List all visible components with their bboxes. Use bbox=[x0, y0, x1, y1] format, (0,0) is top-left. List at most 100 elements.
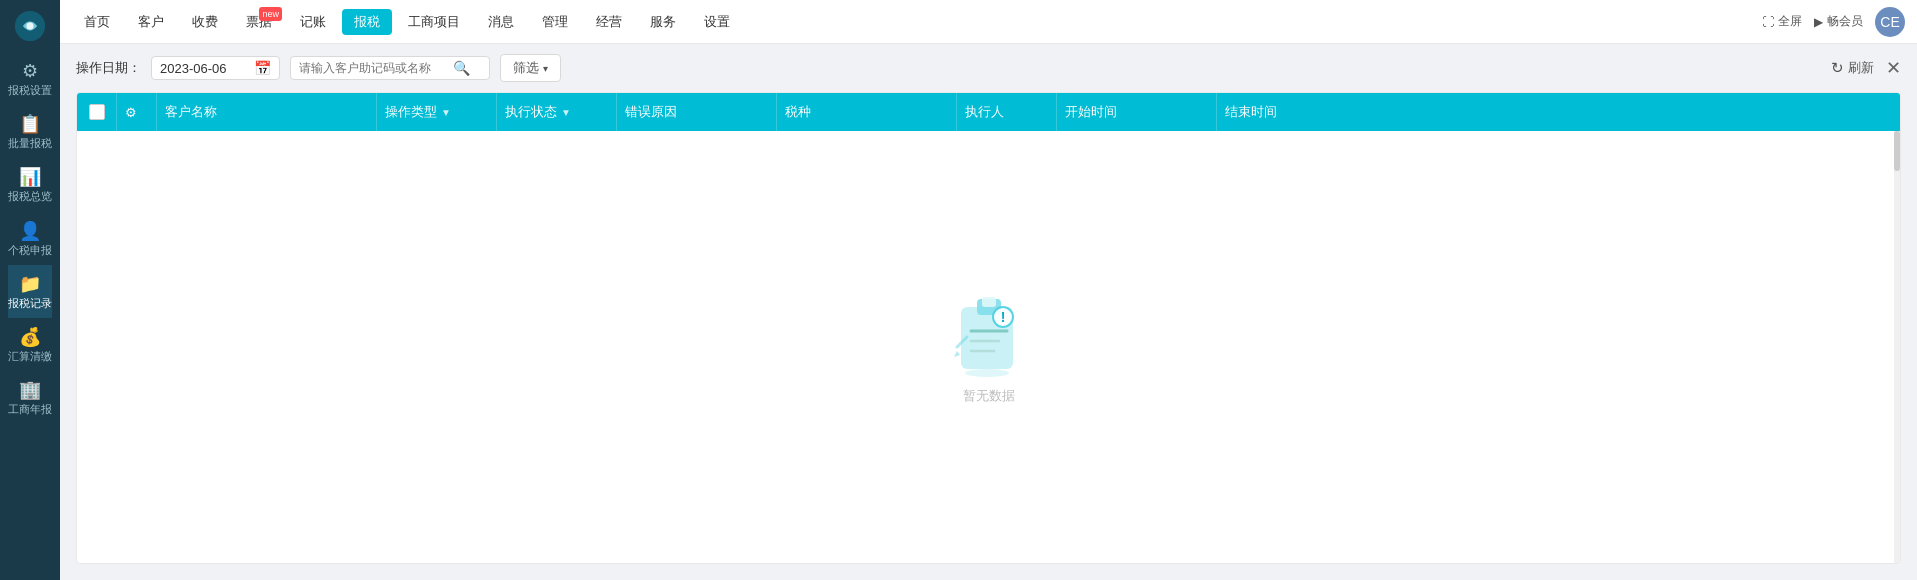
table-header: ⚙ 客户名称 操作类型 ▼ 执行状态 ▼ 错误原因 税种 bbox=[77, 93, 1900, 131]
svg-point-1 bbox=[26, 22, 33, 29]
chevron-down-icon: ▾ bbox=[543, 63, 548, 74]
sidebar-item-huisuan-jiaona[interactable]: 💰 汇算清缴 bbox=[8, 318, 52, 371]
th-error-reason-label: 错误原因 bbox=[625, 103, 677, 121]
sidebar-item-baoshui-zongjian[interactable]: 📊 报税总览 bbox=[8, 158, 52, 211]
avatar-initials: CE bbox=[1880, 14, 1899, 30]
search-wrapper: 🔍 bbox=[290, 56, 490, 80]
empty-state: ! 暂无数据 bbox=[949, 289, 1029, 405]
search-input[interactable] bbox=[299, 61, 449, 75]
th-error-reason: 错误原因 bbox=[617, 93, 777, 131]
select-all-checkbox[interactable] bbox=[89, 104, 105, 120]
sidebar-label-baoshui-shezhi: 报税设置 bbox=[8, 84, 52, 97]
nav-label-shoufei: 收费 bbox=[192, 14, 218, 29]
sidebar-icon-baoshui-jilu: 📁 bbox=[19, 273, 41, 295]
th-exec-status: 执行状态 ▼ bbox=[497, 93, 617, 131]
close-button[interactable]: ✕ bbox=[1886, 59, 1901, 77]
nav-item-jizhang[interactable]: 记账 bbox=[288, 9, 338, 35]
date-input[interactable] bbox=[160, 61, 250, 76]
nav-item-kehu[interactable]: 客户 bbox=[126, 9, 176, 35]
scrollbar-track[interactable] bbox=[1894, 131, 1900, 563]
svg-text:!: ! bbox=[1000, 309, 1005, 325]
app-logo[interactable] bbox=[12, 8, 48, 44]
nav-item-home[interactable]: 首页 bbox=[72, 9, 122, 35]
empty-text: 暂无数据 bbox=[963, 387, 1015, 405]
nav-label-xiaoxi: 消息 bbox=[488, 14, 514, 29]
calendar-icon: 📅 bbox=[254, 60, 271, 76]
sidebar-label-piliang-baoshui: 批量报税 bbox=[8, 137, 52, 150]
nav-label-gongshang-xiangmu: 工商项目 bbox=[408, 14, 460, 29]
user-avatar[interactable]: CE bbox=[1875, 7, 1905, 37]
sidebar-label-geshuishenbao: 个税申报 bbox=[8, 244, 52, 257]
th-tax-type: 税种 bbox=[777, 93, 957, 131]
member-button[interactable]: ▶ 畅会员 bbox=[1814, 13, 1863, 30]
th-checkbox bbox=[77, 93, 117, 131]
sidebar-item-geshuishenbao[interactable]: 👤 个税申报 bbox=[8, 212, 52, 265]
th-start-time-label: 开始时间 bbox=[1065, 103, 1117, 121]
date-picker[interactable]: 📅 bbox=[151, 56, 280, 80]
scrollbar-thumb[interactable] bbox=[1894, 131, 1900, 171]
empty-icon: ! bbox=[949, 289, 1029, 379]
date-label: 操作日期： bbox=[76, 59, 141, 77]
nav-item-shoufei[interactable]: 收费 bbox=[180, 9, 230, 35]
nav-label-shezhi: 设置 bbox=[704, 14, 730, 29]
sidebar-icon-baoshui-shezhi: ⚙ bbox=[22, 60, 38, 82]
refresh-label: 刷新 bbox=[1848, 59, 1874, 77]
nav-items: 首页 客户 收费 票据new 记账 报税 工商项目 消息 管理 经营 服务 设置 bbox=[72, 9, 1762, 35]
nav-label-baoshui: 报税 bbox=[354, 14, 380, 29]
th-tax-type-label: 税种 bbox=[785, 103, 811, 121]
th-executor-label: 执行人 bbox=[965, 103, 1004, 121]
filter-button[interactable]: 筛选 ▾ bbox=[500, 54, 561, 82]
svg-marker-11 bbox=[954, 351, 960, 357]
nav-item-guanli[interactable]: 管理 bbox=[530, 9, 580, 35]
sidebar-item-baoshui-shezhi[interactable]: ⚙ 报税设置 bbox=[8, 52, 52, 105]
nav-label-jingying: 经营 bbox=[596, 14, 622, 29]
th-client-name-label: 客户名称 bbox=[165, 103, 217, 121]
nav-label-kehu: 客户 bbox=[138, 14, 164, 29]
sidebar-icon-baoshui-zongjian: 📊 bbox=[19, 166, 41, 188]
sort-icon-exec-status[interactable]: ▼ bbox=[561, 107, 571, 118]
fullscreen-button[interactable]: ⛶ 全屏 bbox=[1762, 13, 1802, 30]
sidebar-item-piliang-baoshui[interactable]: 📋 批量报税 bbox=[8, 105, 52, 158]
refresh-button[interactable]: ↻ 刷新 bbox=[1831, 59, 1874, 77]
fullscreen-icon: ⛶ bbox=[1762, 15, 1774, 29]
table-body: ! 暂无数据 bbox=[77, 131, 1900, 563]
th-operation-type-label: 操作类型 bbox=[385, 103, 437, 121]
top-navigation: 首页 客户 收费 票据new 记账 报税 工商项目 消息 管理 经营 服务 设置 ⛶ 全屏 ▶ 畅会员… bbox=[60, 0, 1917, 44]
th-start-time: 开始时间 bbox=[1057, 93, 1217, 131]
badge-new-piaoju: new bbox=[259, 7, 282, 21]
toolbar: 操作日期： 📅 🔍 筛选 ▾ ↻ 刷新 ✕ bbox=[60, 44, 1917, 92]
sidebar-icon-gongshang-nianbao: 🏢 bbox=[19, 379, 41, 401]
nav-item-fuwu[interactable]: 服务 bbox=[638, 9, 688, 35]
sidebar-icon-geshuishenbao: 👤 bbox=[19, 220, 41, 242]
th-exec-status-label: 执行状态 bbox=[505, 103, 557, 121]
topnav-right: ⛶ 全屏 ▶ 畅会员 CE bbox=[1762, 7, 1905, 37]
page-area: 操作日期： 📅 🔍 筛选 ▾ ↻ 刷新 ✕ bbox=[60, 44, 1917, 580]
sidebar-item-baoshui-jilu[interactable]: 📁 报税记录 bbox=[8, 265, 52, 318]
svg-rect-4 bbox=[982, 297, 996, 307]
sidebar-label-baoshui-jilu: 报税记录 bbox=[8, 297, 52, 310]
main-content: 首页 客户 收费 票据new 记账 报税 工商项目 消息 管理 经营 服务 设置 ⛶ 全屏 ▶ 畅会员… bbox=[60, 0, 1917, 580]
nav-item-gongshang-xiangmu[interactable]: 工商项目 bbox=[396, 9, 472, 35]
member-label: 畅会员 bbox=[1827, 13, 1863, 30]
nav-item-piaoju[interactable]: 票据new bbox=[234, 9, 284, 35]
search-icon[interactable]: 🔍 bbox=[453, 60, 470, 76]
nav-item-shezhi[interactable]: 设置 bbox=[692, 9, 742, 35]
nav-item-baoshui[interactable]: 报税 bbox=[342, 9, 392, 35]
th-operation-type: 操作类型 ▼ bbox=[377, 93, 497, 131]
play-icon: ▶ bbox=[1814, 15, 1823, 29]
nav-item-xiaoxi[interactable]: 消息 bbox=[476, 9, 526, 35]
sidebar-item-gongshang-nianbao[interactable]: 🏢 工商年报 bbox=[8, 371, 52, 424]
toolbar-right: ↻ 刷新 ✕ bbox=[1831, 59, 1901, 77]
sort-icon-operation-type[interactable]: ▼ bbox=[441, 107, 451, 118]
nav-label-home: 首页 bbox=[84, 14, 110, 29]
sidebar-label-gongshang-nianbao: 工商年报 bbox=[8, 403, 52, 416]
svg-point-12 bbox=[965, 369, 1009, 377]
nav-label-fuwu: 服务 bbox=[650, 14, 676, 29]
sidebar-icon-piliang-baoshui: 📋 bbox=[19, 113, 41, 135]
th-end-time: 结束时间 bbox=[1217, 93, 1337, 131]
nav-label-jizhang: 记账 bbox=[300, 14, 326, 29]
settings-icon[interactable]: ⚙ bbox=[125, 105, 137, 120]
nav-label-guanli: 管理 bbox=[542, 14, 568, 29]
nav-item-jingying[interactable]: 经营 bbox=[584, 9, 634, 35]
th-end-time-label: 结束时间 bbox=[1225, 103, 1277, 121]
